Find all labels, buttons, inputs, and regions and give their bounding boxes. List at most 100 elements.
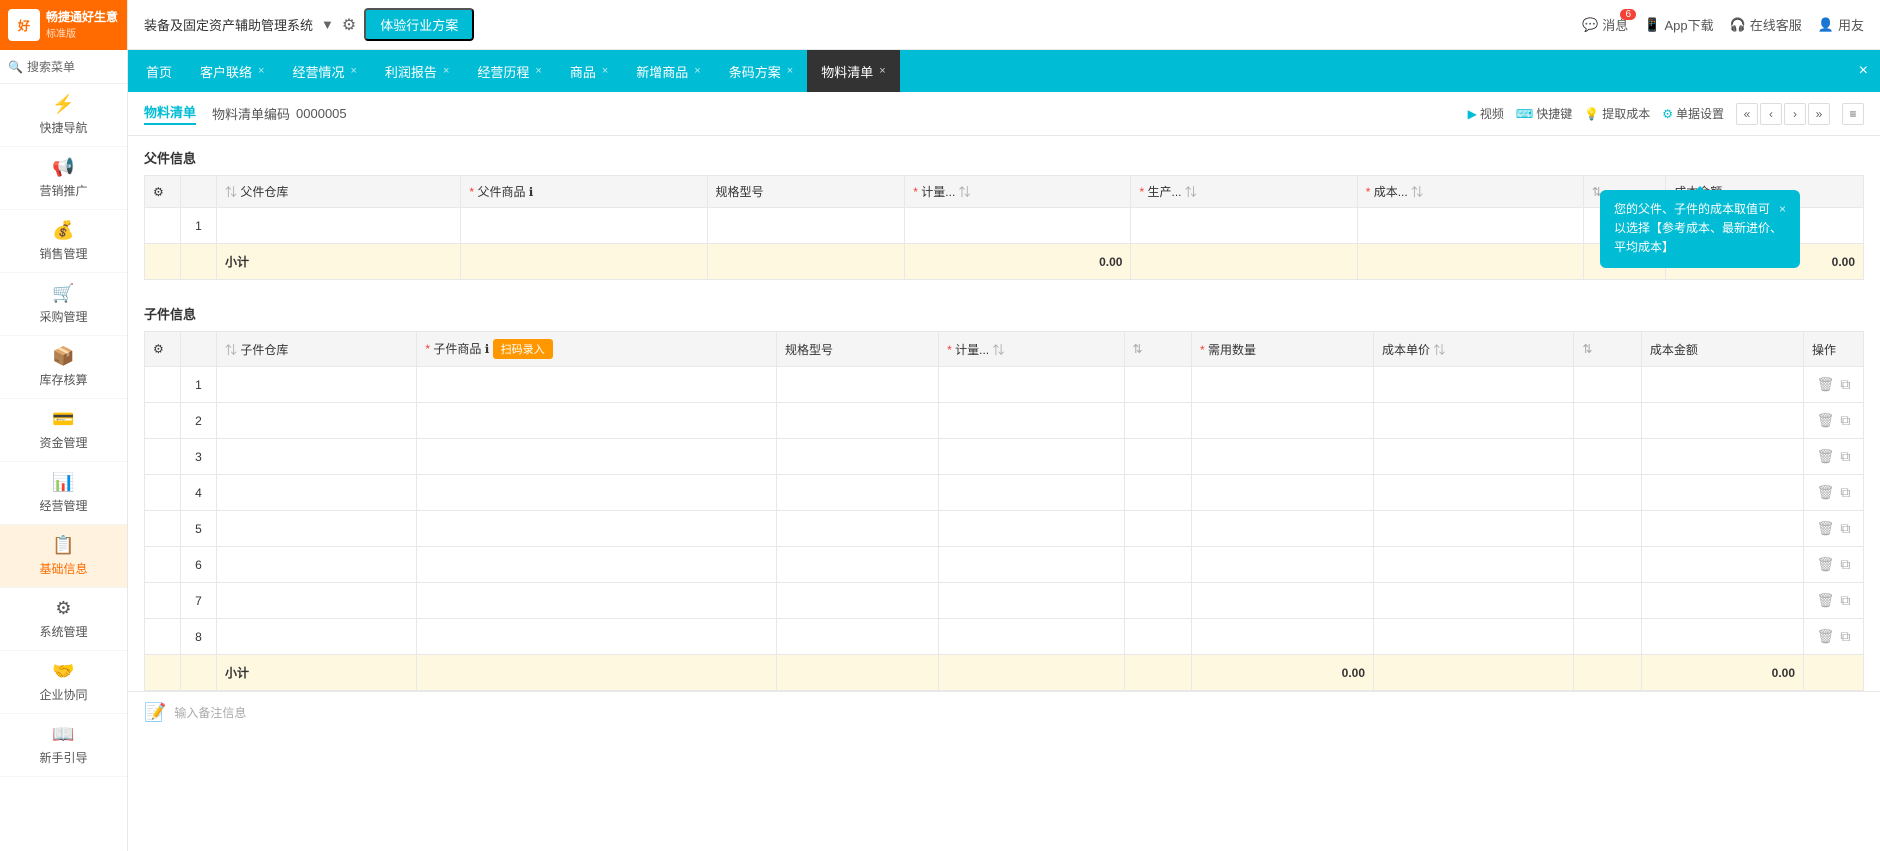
sidebar-item-sales[interactable]: 💰 销售管理 <box>0 210 127 273</box>
settings-th-icon[interactable]: ⚙ <box>153 185 164 199</box>
td-child-cost-amount[interactable] <box>1641 547 1803 583</box>
td-child-cost-amount[interactable] <box>1641 583 1803 619</box>
td-child-cost-amount[interactable] <box>1641 511 1803 547</box>
sort-icon[interactable]: ⇅ <box>1185 185 1197 199</box>
td-child-extra[interactable] <box>1124 475 1191 511</box>
td-child-spec[interactable] <box>777 619 939 655</box>
td-child-needed-qty[interactable] <box>1191 475 1373 511</box>
td-child-quantity[interactable] <box>939 547 1124 583</box>
sidebar-item-inventory[interactable]: 📦 库存核算 <box>0 336 127 399</box>
copy-icon[interactable]: ⧉ <box>1840 448 1850 465</box>
td-child-cost-amount[interactable] <box>1641 619 1803 655</box>
td-child-unit-cost[interactable] <box>1374 547 1574 583</box>
sort-icon[interactable]: ⇅ <box>1582 342 1592 356</box>
td-child-extra2[interactable] <box>1574 475 1641 511</box>
view-action[interactable]: ▶ 视频 <box>1468 105 1504 122</box>
td-child-warehouse[interactable] <box>217 547 417 583</box>
note-placeholder[interactable]: 输入备注信息 <box>174 704 246 721</box>
td-child-extra2[interactable] <box>1574 439 1641 475</box>
settings-icon[interactable]: ⚙ <box>342 15 356 35</box>
td-parent-spec[interactable] <box>707 208 905 244</box>
app-download-item[interactable]: 📱 App下载 <box>1644 15 1713 34</box>
td-child-needed-qty[interactable] <box>1191 547 1373 583</box>
td-child-cost-amount[interactable] <box>1641 475 1803 511</box>
td-child-unit-cost[interactable] <box>1374 439 1574 475</box>
td-parent-warehouse[interactable] <box>217 208 461 244</box>
layout-toggle-btn[interactable]: ≡ <box>1842 103 1864 125</box>
sidebar-item-finance[interactable]: 💳 资金管理 <box>0 399 127 462</box>
td-child-warehouse[interactable] <box>217 619 417 655</box>
td-child-extra[interactable] <box>1124 439 1191 475</box>
delete-icon[interactable]: 🗑 <box>1817 448 1835 465</box>
td-child-product[interactable] <box>417 583 777 619</box>
tab-close-icon[interactable]: × <box>602 65 608 77</box>
trial-button[interactable]: 体验行业方案 <box>364 8 474 41</box>
tab-close-icon[interactable]: × <box>350 65 356 77</box>
sidebar-item-marketing[interactable]: 📢 营销推广 <box>0 147 127 210</box>
td-child-extra2[interactable] <box>1574 583 1641 619</box>
tab-new-product[interactable]: 新增商品 × <box>622 50 714 92</box>
td-child-needed-qty[interactable] <box>1191 511 1373 547</box>
settings-th-icon[interactable]: ⚙ <box>153 342 164 356</box>
extract-cost-action[interactable]: 💡 提取成本 <box>1584 105 1650 122</box>
message-item[interactable]: 💬 消息 6 <box>1582 15 1628 34</box>
copy-icon[interactable]: ⧉ <box>1840 412 1850 429</box>
tab-customer[interactable]: 客户联络 × <box>186 50 278 92</box>
tab-close-icon[interactable]: × <box>694 65 700 77</box>
td-child-unit-cost[interactable] <box>1374 367 1574 403</box>
td-child-spec[interactable] <box>777 403 939 439</box>
td-child-unit-cost[interactable] <box>1374 619 1574 655</box>
td-child-spec[interactable] <box>777 511 939 547</box>
td-child-cost-amount[interactable] <box>1641 439 1803 475</box>
td-parent-quantity[interactable] <box>905 208 1131 244</box>
th-sort-icon[interactable]: ⇅ <box>225 185 237 199</box>
nav-next-btn[interactable]: › <box>1784 103 1806 125</box>
td-child-unit-cost[interactable] <box>1374 403 1574 439</box>
copy-icon[interactable]: ⧉ <box>1840 484 1850 501</box>
td-child-spec[interactable] <box>777 475 939 511</box>
delete-icon[interactable]: 🗑 <box>1817 376 1835 393</box>
delete-icon[interactable]: 🗑 <box>1817 412 1835 429</box>
sort-icon[interactable]: ⇅ <box>992 343 1004 357</box>
sidebar-item-quick-nav[interactable]: ⚡ 快捷导航 <box>0 84 127 147</box>
td-child-spec[interactable] <box>777 547 939 583</box>
sidebar-item-guide[interactable]: 📖 新手引导 <box>0 714 127 777</box>
delete-icon[interactable]: 🗑 <box>1817 628 1835 645</box>
td-child-extra2[interactable] <box>1574 403 1641 439</box>
td-parent-production[interactable] <box>1131 208 1357 244</box>
sort-icon[interactable]: ⇅ <box>225 343 237 357</box>
td-child-extra2[interactable] <box>1574 619 1641 655</box>
tab-barcode[interactable]: 条码方案 × <box>715 50 807 92</box>
td-child-extra[interactable] <box>1124 619 1191 655</box>
copy-icon[interactable]: ⧉ <box>1840 556 1850 573</box>
td-child-extra[interactable] <box>1124 367 1191 403</box>
delete-icon[interactable]: 🗑 <box>1817 484 1835 501</box>
td-child-extra2[interactable] <box>1574 511 1641 547</box>
td-child-extra2[interactable] <box>1574 367 1641 403</box>
sidebar-item-purchase[interactable]: 🛒 采购管理 <box>0 273 127 336</box>
copy-icon[interactable]: ⧉ <box>1840 376 1850 393</box>
td-child-quantity[interactable] <box>939 439 1124 475</box>
delete-icon[interactable]: 🗑 <box>1817 520 1835 537</box>
tab-home[interactable]: 首页 <box>132 50 186 92</box>
copy-icon[interactable]: ⧉ <box>1840 592 1850 609</box>
page-tab-bom[interactable]: 物料清单 <box>144 102 196 125</box>
sidebar-item-system[interactable]: ⚙ 系统管理 <box>0 588 127 651</box>
td-child-needed-qty[interactable] <box>1191 583 1373 619</box>
td-child-quantity[interactable] <box>939 583 1124 619</box>
td-child-quantity[interactable] <box>939 403 1124 439</box>
td-child-warehouse[interactable] <box>217 367 417 403</box>
td-child-needed-qty[interactable] <box>1191 619 1373 655</box>
td-child-warehouse[interactable] <box>217 583 417 619</box>
tooltip-close-btn[interactable]: × <box>1779 200 1786 219</box>
td-child-needed-qty[interactable] <box>1191 439 1373 475</box>
td-child-unit-cost[interactable] <box>1374 475 1574 511</box>
td-child-cost-amount[interactable] <box>1641 367 1803 403</box>
tab-history[interactable]: 经营历程 × <box>463 50 555 92</box>
td-child-warehouse[interactable] <box>217 403 417 439</box>
sort-icon[interactable]: ⇅ <box>1433 343 1445 357</box>
sidebar-item-cooperation[interactable]: 🤝 企业协同 <box>0 651 127 714</box>
td-child-warehouse[interactable] <box>217 439 417 475</box>
sort-icon[interactable]: ⇅ <box>959 185 971 199</box>
user-item[interactable]: 👤 用友 <box>1818 15 1864 34</box>
